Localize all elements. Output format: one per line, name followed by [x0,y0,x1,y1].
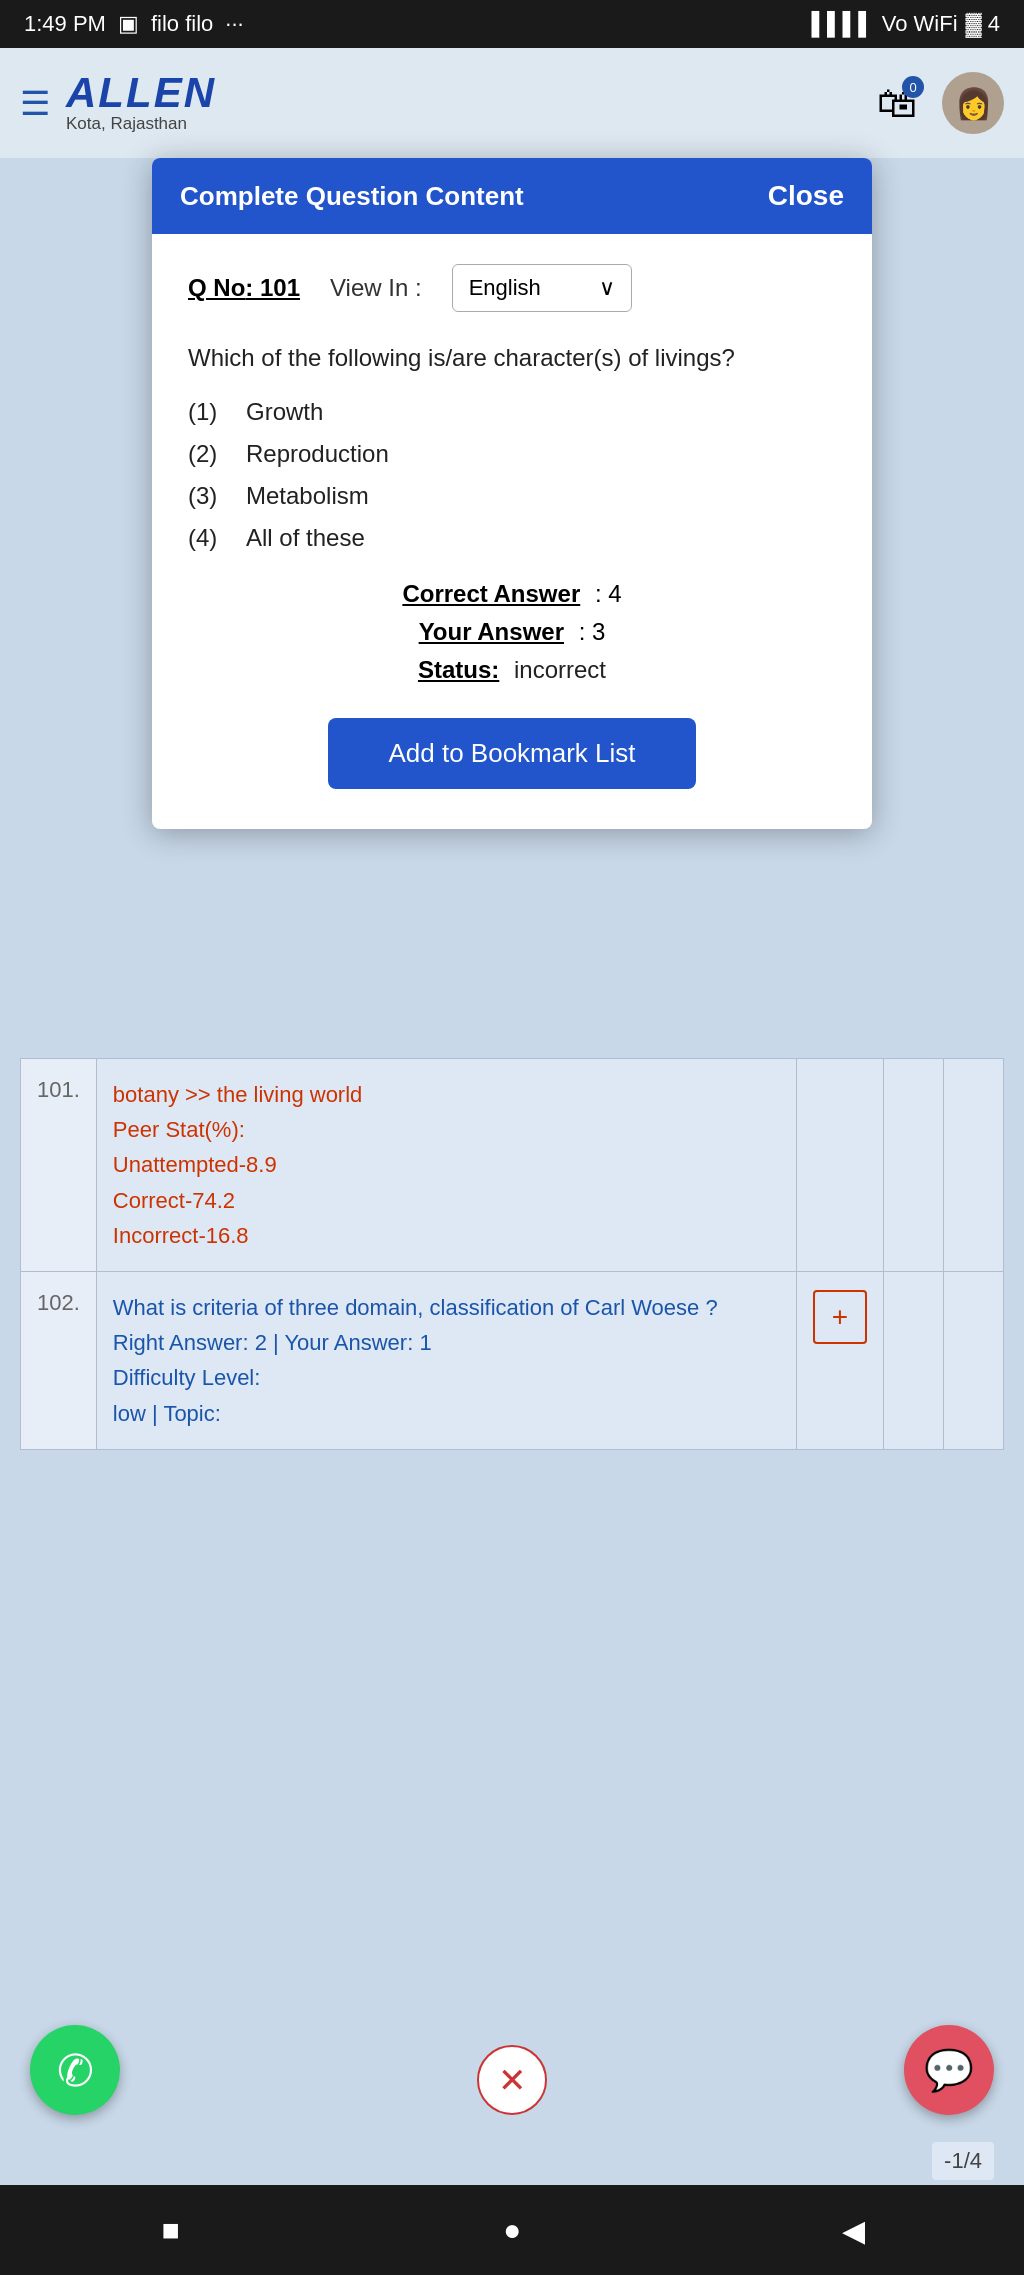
row-1-text: botany >> the living world Peer Stat(%):… [113,1082,363,1248]
option-1-num: (1) [188,398,230,426]
status-bar-left: 1:49 PM ▣ filo filo ··· [24,11,244,37]
modal: Complete Question Content Close Q No: 10… [152,158,872,829]
nav-home-icon: ● [503,2213,521,2247]
battery-icon: ▓ 4 [966,11,1000,37]
option-4: (4) All of these [188,524,836,552]
logo-sub: Kota, Rajasthan [66,114,216,134]
option-4-text: All of these [246,524,365,552]
nav-left: ☰ ALLEN Kota, Rajasthan [20,72,216,134]
nav-square-icon: ■ [162,2213,180,2247]
options-list: (1) Growth (2) Reproduction (3) Metaboli… [188,398,836,552]
row-number-cell-2: 102. [21,1271,97,1449]
chevron-down-icon: ∨ [599,275,615,301]
row-col-5 [944,1059,1004,1272]
option-4-num: (4) [188,524,230,552]
add-to-bookmark-button[interactable]: Add to Bookmark List [328,718,695,789]
signal-icon: ▌▌▌▌ [811,11,873,37]
option-3-num: (3) [188,482,230,510]
status-label: Status: [418,656,499,683]
row2-col-4 [884,1271,944,1449]
chat-icon: 💬 [924,2047,974,2094]
modal-body: Q No: 101 View In : English ∨ Which of t… [152,234,872,829]
row-number-cell: 101. [21,1059,97,1272]
nav-back-icon: ◀ [842,2213,865,2248]
avatar[interactable]: 👩 [942,72,1004,134]
cart-button[interactable]: 🛍 0 [868,74,926,132]
nav-right: 🛍 0 👩 [868,72,1004,134]
sim-icon: ▣ [118,11,139,37]
close-circle-button[interactable]: ✕ [477,2045,547,2115]
whatsapp-icon: ✆ [57,2045,94,2096]
modal-overlay: Complete Question Content Close Q No: 10… [0,158,1024,829]
row-num-2: 102. [37,1290,80,1315]
nav-back-button[interactable]: ◀ [823,2200,883,2260]
allen-logo: ALLEN Kota, Rajasthan [66,72,216,134]
top-nav: ☰ ALLEN Kota, Rajasthan 🛍 0 👩 [0,48,1024,158]
whatsapp-button[interactable]: ✆ [30,2025,120,2115]
correct-answer-row: Correct Answer : 4 [188,580,836,608]
page-indicator: -1/4 [932,2142,994,2180]
modal-header: Complete Question Content Close [152,158,872,234]
row-num-1: 101. [37,1077,80,1102]
status-bar: 1:49 PM ▣ filo filo ··· ▌▌▌▌ Vo WiFi ▓ 4 [0,0,1024,48]
question-text: Which of the following is/are character(… [188,340,836,376]
row-col-4 [884,1059,944,1272]
table-row: 102. What is criteria of three domain, c… [21,1271,1004,1449]
nav-home-button[interactable]: ● [482,2200,542,2260]
status-bar-right: ▌▌▌▌ Vo WiFi ▓ 4 [811,11,1000,37]
hamburger-icon[interactable]: ☰ [20,83,50,123]
option-2-text: Reproduction [246,440,389,468]
option-1: (1) Growth [188,398,836,426]
row2-col-5 [944,1271,1004,1449]
app-name: filo filo [151,11,213,37]
bookmark-icon-cell[interactable]: + [797,1271,884,1449]
correct-answer-value: : 4 [595,580,622,607]
option-1-text: Growth [246,398,323,426]
view-in-label: View In : [330,274,422,302]
background-table: 101. botany >> the living world Peer Sta… [20,1058,1004,1450]
chat-button[interactable]: 💬 [904,2025,994,2115]
option-3-text: Metabolism [246,482,369,510]
logo-text: ALLEN [66,72,216,114]
status-value: incorrect [514,656,606,683]
background-content: 101. botany >> the living world Peer Sta… [0,1058,1024,1450]
option-3: (3) Metabolism [188,482,836,510]
option-2: (2) Reproduction [188,440,836,468]
status-row: Status: incorrect [188,656,836,684]
time: 1:49 PM [24,11,106,37]
row-col-3 [797,1059,884,1272]
bookmark-add-icon[interactable]: + [813,1290,867,1344]
close-circle-icon: ✕ [498,2060,526,2100]
language-select[interactable]: English ∨ [452,264,632,312]
your-answer-row: Your Answer : 3 [188,618,836,646]
plus-icon: + [832,1301,848,1333]
answer-section: Correct Answer : 4 Your Answer : 3 Statu… [188,580,836,684]
bottom-nav: ■ ● ◀ [0,2185,1024,2275]
row-content-1: botany >> the living world Peer Stat(%):… [96,1059,796,1272]
cart-badge: 0 [902,76,924,98]
table-row: 101. botany >> the living world Peer Sta… [21,1059,1004,1272]
more-dots: ··· [225,11,243,37]
option-2-num: (2) [188,440,230,468]
q-number: Q No: 101 [188,274,300,302]
modal-close-button[interactable]: Close [768,180,844,212]
language-value: English [469,275,541,301]
q-number-row: Q No: 101 View In : English ∨ [188,264,836,312]
avatar-image: 👩 [955,86,992,121]
row-content-2: What is criteria of three domain, classi… [96,1271,796,1449]
row-2-text: What is criteria of three domain, classi… [113,1295,718,1426]
modal-title: Complete Question Content [180,181,524,212]
your-answer-value: : 3 [579,618,606,645]
your-answer-label: Your Answer [419,618,564,645]
correct-answer-label: Correct Answer [402,580,580,607]
nav-square-button[interactable]: ■ [141,2200,201,2260]
wifi-icon: Vo WiFi [882,11,958,37]
